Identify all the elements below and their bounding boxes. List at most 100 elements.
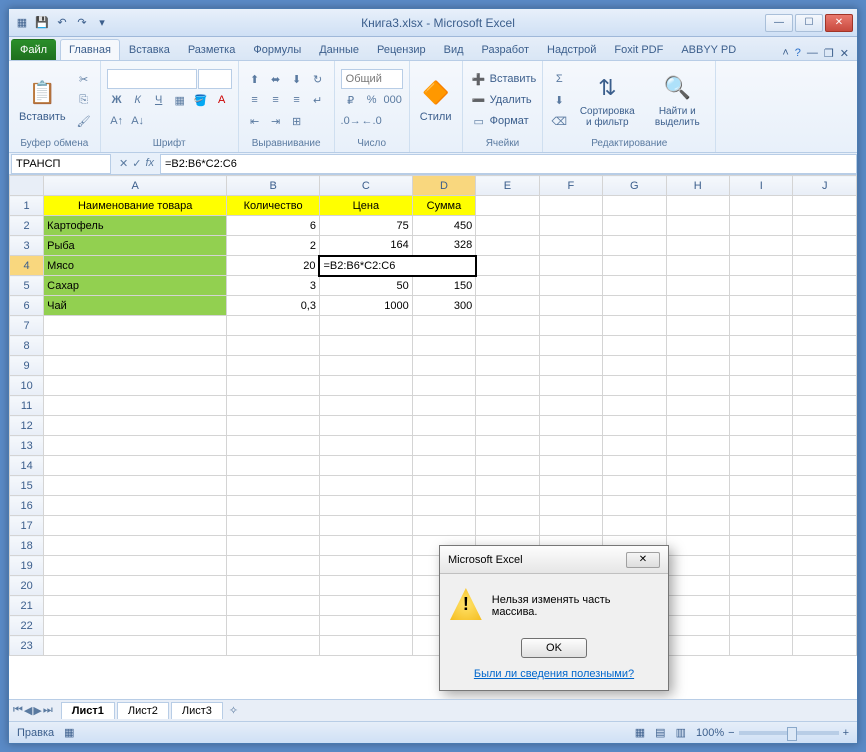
cell[interactable] bbox=[476, 216, 539, 236]
cancel-formula-icon[interactable]: ✕ bbox=[119, 157, 128, 170]
cell[interactable] bbox=[603, 216, 666, 236]
cell[interactable] bbox=[793, 256, 857, 276]
cell[interactable] bbox=[412, 436, 475, 456]
cell[interactable] bbox=[227, 356, 320, 376]
dialog-close-button[interactable]: ✕ bbox=[626, 552, 660, 568]
cell[interactable] bbox=[666, 276, 729, 296]
view-normal-icon[interactable]: ▦ bbox=[635, 726, 645, 739]
cell[interactable] bbox=[730, 336, 793, 356]
cell[interactable]: Цена bbox=[319, 196, 412, 216]
sheet-last-icon[interactable]: ⏭ bbox=[43, 704, 53, 717]
cell[interactable] bbox=[412, 356, 475, 376]
tab-file[interactable]: Файл bbox=[11, 39, 56, 60]
cell[interactable] bbox=[603, 456, 666, 476]
cell[interactable] bbox=[539, 276, 602, 296]
cell[interactable] bbox=[412, 496, 475, 516]
maximize-button[interactable]: ☐ bbox=[795, 14, 823, 32]
cell[interactable] bbox=[539, 356, 602, 376]
cell[interactable] bbox=[603, 256, 666, 276]
copy-icon[interactable]: ⎘ bbox=[74, 90, 94, 110]
cell[interactable] bbox=[730, 296, 793, 316]
save-icon[interactable]: 💾 bbox=[33, 14, 51, 32]
tab-addins[interactable]: Надстрой bbox=[538, 39, 605, 60]
cell[interactable] bbox=[666, 376, 729, 396]
new-sheet-icon[interactable]: ✧ bbox=[229, 704, 238, 717]
cell[interactable]: Рыба bbox=[44, 236, 227, 256]
clear-icon[interactable]: ⌫ bbox=[549, 111, 569, 131]
cell[interactable] bbox=[730, 316, 793, 336]
cell[interactable] bbox=[476, 316, 539, 336]
cell[interactable] bbox=[793, 316, 857, 336]
cell[interactable] bbox=[603, 436, 666, 456]
cell[interactable] bbox=[476, 476, 539, 496]
cell[interactable] bbox=[227, 436, 320, 456]
cell[interactable] bbox=[730, 456, 793, 476]
fx-icon[interactable]: fx bbox=[145, 157, 154, 170]
name-box[interactable]: ТРАНСП bbox=[11, 154, 111, 174]
cell[interactable] bbox=[44, 336, 227, 356]
cell[interactable] bbox=[666, 196, 729, 216]
cell[interactable] bbox=[539, 516, 602, 536]
cell[interactable] bbox=[44, 456, 227, 476]
col-header[interactable]: F bbox=[539, 176, 602, 196]
delete-cells-label[interactable]: Удалить bbox=[490, 94, 532, 106]
cell[interactable]: 50 bbox=[319, 276, 412, 296]
cell[interactable] bbox=[319, 476, 412, 496]
col-header[interactable]: G bbox=[603, 176, 666, 196]
cell[interactable] bbox=[730, 356, 793, 376]
col-header[interactable]: E bbox=[476, 176, 539, 196]
cell[interactable] bbox=[666, 616, 729, 636]
cell[interactable] bbox=[227, 616, 320, 636]
row-header[interactable]: 15 bbox=[10, 476, 44, 496]
cell[interactable] bbox=[476, 516, 539, 536]
cell[interactable] bbox=[319, 616, 412, 636]
decrease-font-icon[interactable]: A↓ bbox=[128, 111, 148, 131]
cell[interactable] bbox=[476, 376, 539, 396]
zoom-slider[interactable] bbox=[739, 731, 839, 735]
cell[interactable] bbox=[666, 236, 729, 256]
dialog-help-anchor[interactable]: Были ли сведения полезными? bbox=[474, 668, 634, 680]
redo-icon[interactable]: ↷ bbox=[73, 14, 91, 32]
cell[interactable] bbox=[319, 596, 412, 616]
cell[interactable] bbox=[44, 316, 227, 336]
cell[interactable] bbox=[603, 316, 666, 336]
cell[interactable] bbox=[44, 616, 227, 636]
tab-abbyy[interactable]: ABBYY PD bbox=[672, 39, 745, 60]
paste-button[interactable]: 📋Вставить bbox=[15, 75, 70, 125]
comma-icon[interactable]: 000 bbox=[383, 90, 403, 110]
sheet-tab[interactable]: Лист2 bbox=[117, 702, 169, 719]
cell[interactable] bbox=[476, 436, 539, 456]
cell[interactable] bbox=[793, 376, 857, 396]
cell[interactable] bbox=[412, 316, 475, 336]
cell[interactable] bbox=[793, 496, 857, 516]
tab-review[interactable]: Рецензир bbox=[368, 39, 435, 60]
align-center-icon[interactable]: ≡ bbox=[266, 90, 286, 110]
cell[interactable] bbox=[603, 496, 666, 516]
sheet-tab[interactable]: Лист3 bbox=[171, 702, 223, 719]
cell[interactable] bbox=[44, 516, 227, 536]
row-header[interactable]: 18 bbox=[10, 536, 44, 556]
cell[interactable] bbox=[793, 296, 857, 316]
col-header[interactable]: A bbox=[44, 176, 227, 196]
cell[interactable] bbox=[730, 436, 793, 456]
cell[interactable] bbox=[793, 536, 857, 556]
sheet-prev-icon[interactable]: ◀ bbox=[24, 704, 32, 717]
cell[interactable]: 75 bbox=[319, 216, 412, 236]
sheet-first-icon[interactable]: ⏮ bbox=[13, 704, 23, 717]
cell[interactable]: 150 bbox=[412, 276, 475, 296]
cell[interactable] bbox=[539, 396, 602, 416]
cell[interactable] bbox=[793, 456, 857, 476]
cell[interactable] bbox=[44, 416, 227, 436]
cell[interactable] bbox=[319, 516, 412, 536]
font-family-combo[interactable] bbox=[107, 69, 197, 89]
cell[interactable] bbox=[730, 516, 793, 536]
row-header[interactable]: 23 bbox=[10, 636, 44, 656]
cell[interactable] bbox=[412, 476, 475, 496]
formula-bar[interactable]: =B2:B6*C2:C6 bbox=[160, 154, 857, 174]
cell[interactable] bbox=[793, 576, 857, 596]
cell[interactable] bbox=[476, 416, 539, 436]
cell[interactable]: Картофель bbox=[44, 216, 227, 236]
row-header[interactable]: 17 bbox=[10, 516, 44, 536]
cell[interactable] bbox=[539, 376, 602, 396]
cell[interactable] bbox=[666, 596, 729, 616]
